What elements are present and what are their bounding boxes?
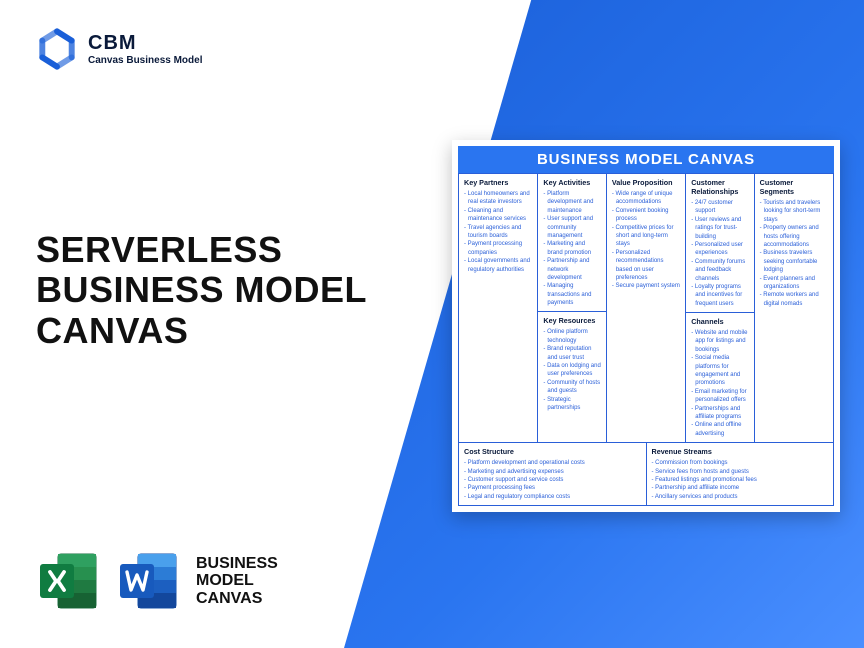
- list-item: Managing transactions and payments: [543, 282, 600, 307]
- list-item: Partnerships and affiliate programs: [691, 405, 748, 422]
- brand-subtitle: Canvas Business Model: [88, 55, 202, 66]
- excel-icon: [36, 548, 102, 614]
- cell-key-resources: Key Resources Online platform technology…: [537, 311, 605, 442]
- list-item: Personalized recommendations based on us…: [612, 249, 680, 283]
- cell-title: Revenue Streams: [652, 447, 829, 456]
- cell-title: Customer Relationships: [691, 178, 748, 196]
- brand-mark-icon: [36, 28, 78, 70]
- cell-title: Customer Segments: [760, 178, 828, 196]
- cell-key-activities: Key Activities Platform development and …: [537, 173, 605, 311]
- list-item: Event planners and organizations: [760, 275, 828, 292]
- list-item: Commission from bookings: [652, 459, 829, 467]
- brand-logo: CBM Canvas Business Model: [36, 28, 202, 70]
- title-line-1: SERVERLESS: [36, 230, 367, 270]
- list-item: Local governments and regulatory authori…: [464, 257, 532, 274]
- list-item: Brand reputation and user trust: [543, 345, 600, 362]
- brand-abbr: CBM: [88, 32, 202, 55]
- cell-channels: Channels Website and mobile app for list…: [685, 312, 753, 442]
- canvas-grid: Key Partners Local homeowners and real e…: [458, 173, 834, 506]
- list-item: Tourists and travelers looking for short…: [760, 199, 828, 224]
- title-line-2: BUSINESS MODEL: [36, 270, 367, 310]
- cell-title: Channels: [691, 317, 748, 326]
- list-item: Email marketing for personalized offers: [691, 388, 748, 405]
- list-item: Social media platforms for engagement an…: [691, 354, 748, 388]
- cell-title: Cost Structure: [464, 447, 641, 456]
- list-item: Payment processing fees: [464, 484, 641, 492]
- cell-customer-segments: Customer Segments Tourists and travelers…: [754, 173, 833, 442]
- list-item: Ancillary services and products: [652, 493, 829, 501]
- list-item: Personalized user experiences: [691, 241, 748, 258]
- list-item: Local homeowners and real estate investo…: [464, 190, 532, 207]
- list-item: Loyalty programs and incentives for freq…: [691, 283, 748, 308]
- cell-customer-relationships: Customer Relationships 24/7 customer sup…: [685, 173, 753, 312]
- cell-revenue-streams: Revenue Streams Commission from bookings…: [646, 442, 834, 505]
- canvas-header: BUSINESS MODEL CANVAS: [458, 146, 834, 173]
- cell-title: Value Proposition: [612, 178, 680, 187]
- list-item: Remote workers and digital nomads: [760, 291, 828, 308]
- word-icon: [116, 548, 182, 614]
- cell-title: Key Activities: [543, 178, 600, 187]
- cell-value-proposition: Value Proposition Wide range of unique a…: [606, 173, 685, 442]
- list-item: Online platform technology: [543, 328, 600, 345]
- list-item: Payment processing companies: [464, 240, 532, 257]
- title-line-3: CANVAS: [36, 311, 367, 351]
- list-item: Marketing and brand promotion: [543, 240, 600, 257]
- list-item: Convenient booking process: [612, 207, 680, 224]
- list-item: Data on lodging and user preferences: [543, 362, 600, 379]
- list-item: Cleaning and maintenance services: [464, 207, 532, 224]
- list-item: Marketing and advertising expenses: [464, 468, 641, 476]
- list-item: Community of hosts and guests: [543, 379, 600, 396]
- list-item: Competitive prices for short and long-te…: [612, 224, 680, 249]
- format-label-2: MODEL: [196, 572, 278, 590]
- list-item: Platform development and operational cos…: [464, 459, 641, 467]
- list-item: Business travelers seeking comfortable l…: [760, 249, 828, 274]
- format-label: BUSINESS MODEL CANVAS: [196, 555, 278, 608]
- list-item: Strategic partnerships: [543, 396, 600, 413]
- format-label-1: BUSINESS: [196, 555, 278, 573]
- list-item: Platform development and maintenance: [543, 190, 600, 215]
- list-item: User reviews and ratings for trust-build…: [691, 216, 748, 241]
- list-item: Property owners and hosts offering accom…: [760, 224, 828, 249]
- list-item: Service fees from hosts and guests: [652, 468, 829, 476]
- list-item: Partnership and affiliate income: [652, 484, 829, 492]
- list-item: Featured listings and promotional fees: [652, 476, 829, 484]
- cell-title: Key Partners: [464, 178, 532, 187]
- list-item: Customer support and service costs: [464, 476, 641, 484]
- cell-cost-structure: Cost Structure Platform development and …: [459, 442, 646, 505]
- format-label-3: CANVAS: [196, 590, 278, 608]
- cell-key-partners: Key Partners Local homeowners and real e…: [459, 173, 537, 442]
- format-row: BUSINESS MODEL CANVAS: [36, 548, 278, 614]
- canvas-document: BUSINESS MODEL CANVAS Key Partners Local…: [452, 140, 840, 512]
- list-item: Partnership and network development: [543, 257, 600, 282]
- list-item: Wide range of unique accommodations: [612, 190, 680, 207]
- list-item: 24/7 customer support: [691, 199, 748, 216]
- list-item: Community forums and feedback channels: [691, 258, 748, 283]
- list-item: Online and offline advertising: [691, 421, 748, 438]
- list-item: User support and community management: [543, 215, 600, 240]
- list-item: Secure payment system: [612, 282, 680, 290]
- cell-title: Key Resources: [543, 316, 600, 325]
- list-item: Website and mobile app for listings and …: [691, 329, 748, 354]
- page-title: SERVERLESS BUSINESS MODEL CANVAS: [36, 230, 367, 351]
- list-item: Legal and regulatory compliance costs: [464, 493, 641, 501]
- list-item: Travel agencies and tourism boards: [464, 224, 532, 241]
